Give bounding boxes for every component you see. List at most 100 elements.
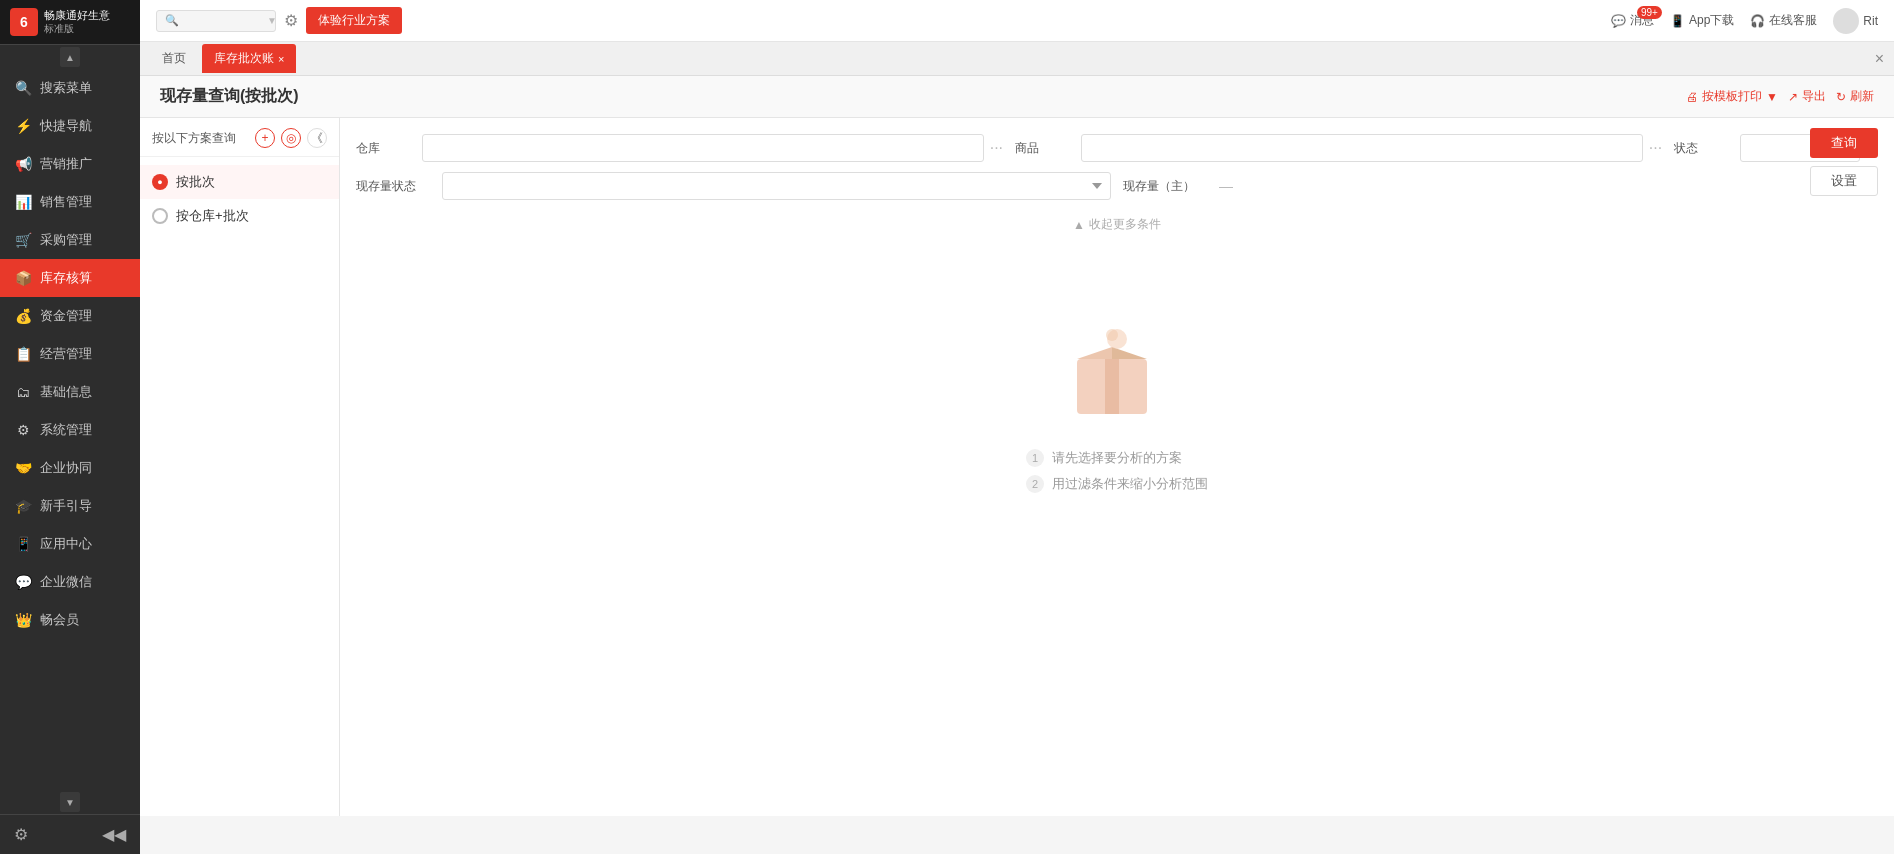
user-avatar bbox=[1833, 8, 1859, 34]
system-icon: ⚙ bbox=[14, 421, 32, 439]
filter-row1: 仓库 ··· 商品 ··· 状态 ▼ bbox=[356, 134, 1878, 162]
sidebar-footer: ⚙ ◀◀ bbox=[0, 814, 140, 854]
topbar-gear-btn[interactable]: ⚙ bbox=[284, 11, 298, 30]
sidebar-item-inventory[interactable]: 📦 库存核算 bbox=[0, 259, 140, 297]
sidebar-item-system[interactable]: ⚙ 系统管理 bbox=[0, 411, 140, 449]
tab-home[interactable]: 首页 bbox=[150, 44, 198, 73]
print-btn[interactable]: 🖨 按模板打印 ▼ bbox=[1686, 88, 1778, 105]
sidebar-nav: 🔍 搜索菜单 ⚡ 快捷导航 📢 营销推广 📊 销售管理 🛒 采购管理 📦 库存核… bbox=[0, 69, 140, 790]
topbar-dropdown-icon[interactable]: ▼ bbox=[267, 15, 277, 26]
plan-inactive-dot bbox=[152, 208, 168, 224]
topbar-search-input[interactable] bbox=[183, 14, 263, 28]
export-icon: ↗ bbox=[1788, 90, 1798, 104]
action-buttons: 查询 设置 bbox=[1810, 128, 1878, 196]
plan-item-batch[interactable]: ● 按批次 bbox=[140, 165, 339, 199]
sidebar-scroll-down[interactable]: ▼ bbox=[0, 790, 140, 814]
plan-item-warehouse-batch[interactable]: 按仓库+批次 bbox=[140, 199, 339, 233]
sidebar-item-member[interactable]: 👑 畅会员 bbox=[0, 601, 140, 639]
tabs-close-all-btn[interactable]: × bbox=[1875, 50, 1884, 68]
body-layout: 按以下方案查询 + ◎ 《 ● 按批次 按仓库+批次 bbox=[140, 118, 1894, 816]
app-download-btn[interactable]: 📱 App下载 bbox=[1670, 12, 1734, 29]
user-area[interactable]: Rit bbox=[1833, 8, 1878, 34]
sidebar-item-wechat[interactable]: 💬 企业微信 bbox=[0, 563, 140, 601]
tip-item-1: 1 请先选择要分析的方案 bbox=[1026, 445, 1208, 471]
settings-plan-btn[interactable]: ◎ bbox=[281, 128, 301, 148]
topbar-search-area[interactable]: 🔍 ▼ bbox=[156, 10, 276, 32]
settings-filter-btn[interactable]: 设置 bbox=[1810, 166, 1878, 196]
inventory-status-label: 现存量状态 bbox=[356, 178, 436, 195]
empty-illustration bbox=[1057, 319, 1177, 429]
marketing-icon: 📢 bbox=[14, 155, 32, 173]
sales-icon: 📊 bbox=[14, 193, 32, 211]
sidebar-item-quick[interactable]: ⚡ 快捷导航 bbox=[0, 107, 140, 145]
sidebar-item-newbie[interactable]: 🎓 新手引导 bbox=[0, 487, 140, 525]
wechat-icon: 💬 bbox=[14, 573, 32, 591]
inventory-status-select[interactable] bbox=[442, 172, 1111, 200]
sidebar-item-sales[interactable]: 📊 销售管理 bbox=[0, 183, 140, 221]
filter-collapse-btn[interactable]: ▲ 收起更多条件 bbox=[356, 210, 1878, 239]
sidebar: 6 畅康通好生意 标准版 ▲ 🔍 搜索菜单 ⚡ 快捷导航 📢 营销推广 📊 销售… bbox=[0, 0, 140, 854]
online-service-btn[interactable]: 🎧 在线客服 bbox=[1750, 12, 1817, 29]
sidebar-item-search[interactable]: 🔍 搜索菜单 bbox=[0, 69, 140, 107]
left-panel-header: 按以下方案查询 + ◎ 《 bbox=[140, 128, 339, 157]
left-panel-actions: + ◎ 《 bbox=[255, 128, 327, 148]
scroll-down-arrow[interactable]: ▼ bbox=[60, 792, 80, 812]
message-btn[interactable]: 💬 消息 99+ bbox=[1611, 12, 1654, 29]
product-more-icon[interactable]: ··· bbox=[1649, 139, 1662, 157]
sidebar-item-marketing[interactable]: 📢 营销推广 bbox=[0, 145, 140, 183]
print-dropdown-icon[interactable]: ▼ bbox=[1766, 90, 1778, 104]
sidebar-collapse-btn[interactable]: ◀◀ bbox=[102, 825, 126, 844]
export-btn[interactable]: ↗ 导出 bbox=[1788, 88, 1826, 105]
operations-icon: 📋 bbox=[14, 345, 32, 363]
collapse-label: 收起更多条件 bbox=[1089, 216, 1161, 233]
left-panel: 按以下方案查询 + ◎ 《 ● 按批次 按仓库+批次 bbox=[140, 118, 340, 816]
finance-icon: 💰 bbox=[14, 307, 32, 325]
message-badge: 99+ bbox=[1637, 6, 1662, 19]
topbar-right: 💬 消息 99+ 📱 App下载 🎧 在线客服 Rit bbox=[1611, 8, 1878, 34]
basic-icon: 🗂 bbox=[14, 383, 32, 401]
right-area: 仓库 ··· 商品 ··· 状态 ▼ bbox=[340, 118, 1894, 816]
settings-icon[interactable]: ⚙ bbox=[14, 825, 28, 844]
experience-btn[interactable]: 体验行业方案 bbox=[306, 7, 402, 34]
appstore-icon: 📱 bbox=[14, 535, 32, 553]
sidebar-item-purchase[interactable]: 🛒 采购管理 bbox=[0, 221, 140, 259]
quick-nav-icon: ⚡ bbox=[14, 117, 32, 135]
svg-marker-1 bbox=[1077, 347, 1112, 359]
filter-product: 商品 ··· bbox=[1015, 134, 1662, 162]
empty-box-svg bbox=[1057, 319, 1177, 429]
member-icon: 👑 bbox=[14, 611, 32, 629]
tab-inventory-batch[interactable]: 库存批次账 × bbox=[202, 44, 296, 73]
sidebar-scroll-up[interactable]: ▲ bbox=[0, 45, 140, 69]
message-icon: 💬 bbox=[1611, 14, 1626, 28]
tab-close-icon[interactable]: × bbox=[278, 53, 284, 65]
sidebar-item-basic[interactable]: 🗂 基础信息 bbox=[0, 373, 140, 411]
page-header: 现存量查询(按批次) 🖨 按模板打印 ▼ ↗ 导出 ↻ 刷新 bbox=[140, 76, 1894, 118]
product-input[interactable] bbox=[1081, 134, 1643, 162]
sidebar-header: 6 畅康通好生意 标准版 bbox=[0, 0, 140, 45]
tabs-bar: 首页 库存批次账 × × bbox=[140, 42, 1894, 76]
warehouse-more-icon[interactable]: ··· bbox=[990, 139, 1003, 157]
headset-icon: 🎧 bbox=[1750, 14, 1765, 28]
company-name: 畅康通好生意 bbox=[44, 8, 110, 22]
enterprise-icon: 🤝 bbox=[14, 459, 32, 477]
main-area: 🔍 ▼ ⚙ 体验行业方案 💬 消息 99+ 📱 App下载 🎧 在线客服 bbox=[140, 0, 1894, 854]
page-title: 现存量查询(按批次) bbox=[160, 86, 299, 107]
filter-row2: 现存量状态 现存量（主） — bbox=[356, 172, 1878, 200]
page-content: 现存量查询(按批次) 🖨 按模板打印 ▼ ↗ 导出 ↻ 刷新 bbox=[140, 76, 1894, 854]
inventory-qty-label: 现存量（主） bbox=[1123, 178, 1203, 195]
status-label: 状态 bbox=[1674, 140, 1734, 157]
add-plan-btn[interactable]: + bbox=[255, 128, 275, 148]
sidebar-item-appstore[interactable]: 📱 应用中心 bbox=[0, 525, 140, 563]
collapse-panel-btn[interactable]: 《 bbox=[307, 128, 327, 148]
refresh-btn[interactable]: ↻ 刷新 bbox=[1836, 88, 1874, 105]
app-version: 标准版 bbox=[44, 22, 110, 36]
query-btn[interactable]: 查询 bbox=[1810, 128, 1878, 158]
warehouse-input[interactable] bbox=[422, 134, 984, 162]
sidebar-item-finance[interactable]: 💰 资金管理 bbox=[0, 297, 140, 335]
topbar-left: 🔍 ▼ ⚙ 体验行业方案 bbox=[156, 7, 1601, 34]
scroll-up-arrow[interactable]: ▲ bbox=[60, 47, 80, 67]
sidebar-item-operations[interactable]: 📋 经营管理 bbox=[0, 335, 140, 373]
app-logo: 6 bbox=[10, 8, 38, 36]
newbie-icon: 🎓 bbox=[14, 497, 32, 515]
sidebar-item-enterprise[interactable]: 🤝 企业协同 bbox=[0, 449, 140, 487]
